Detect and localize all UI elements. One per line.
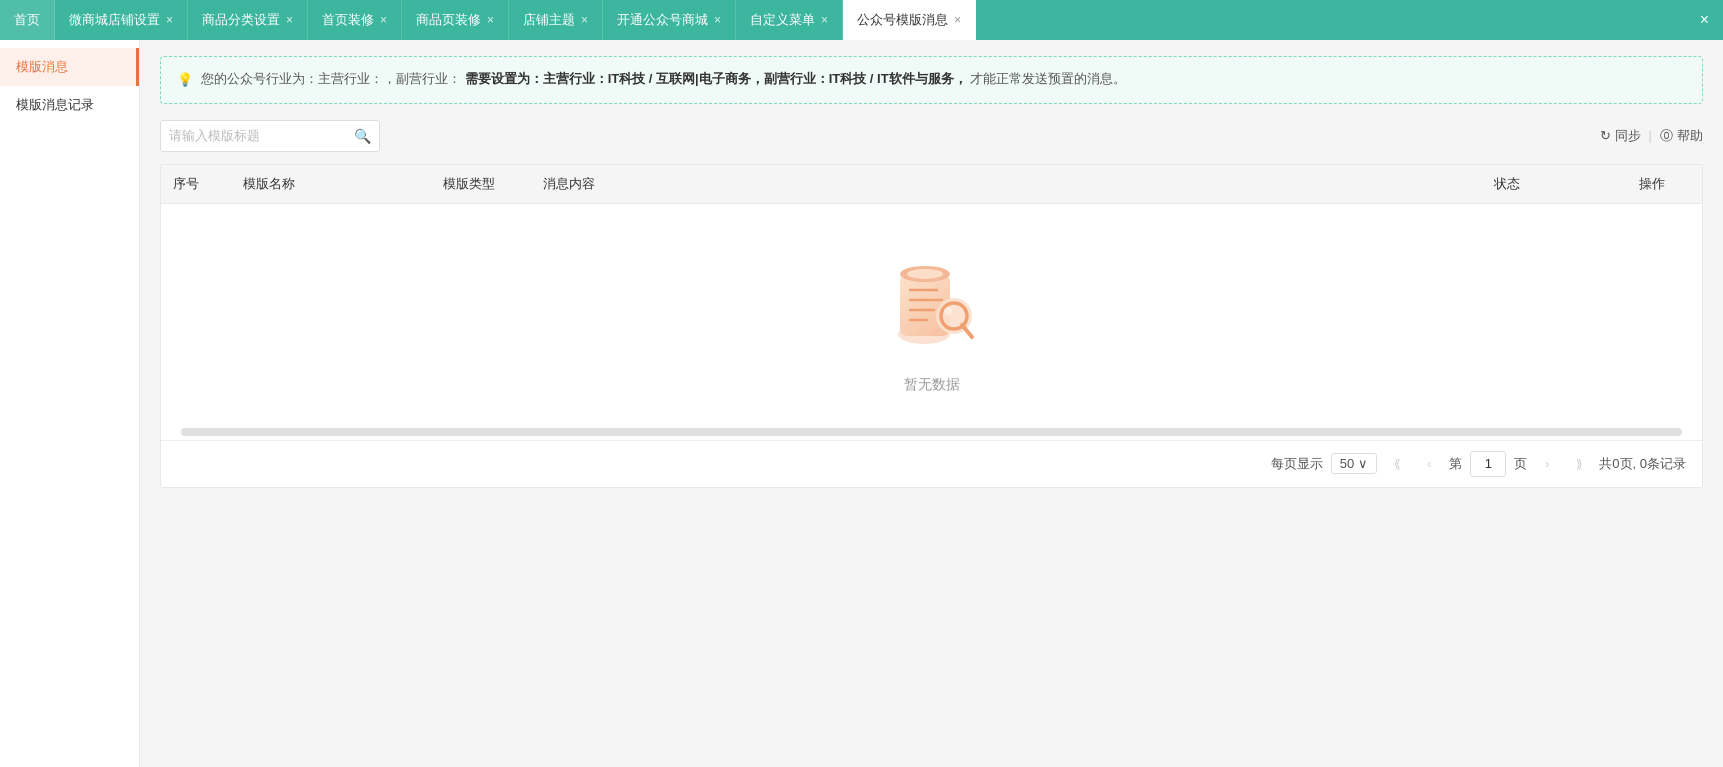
- search-row: 🔍 ↻ 同步 | ⓪ 帮助: [160, 120, 1703, 152]
- nav-tab-homepage[interactable]: 首页装修 ×: [308, 0, 402, 40]
- sync-icon: ↻: [1600, 128, 1611, 143]
- nav-tab-template-msg[interactable]: 公众号模版消息 ×: [843, 0, 976, 40]
- nav-tab-theme[interactable]: 店铺主题 ×: [509, 0, 603, 40]
- nav-tab-wshop-label: 微商城店铺设置: [69, 11, 160, 29]
- nav-tab-home-label: 首页: [14, 11, 40, 29]
- page-next-button[interactable]: ›: [1535, 452, 1559, 476]
- close-custommenu-icon[interactable]: ×: [821, 14, 828, 26]
- empty-text: 暂无数据: [904, 376, 960, 394]
- notice-banner: 💡 您的公众号行业为：主营行业：，副营行业： 需要设置为：主营行业：IT科技 /…: [160, 56, 1703, 104]
- nav-tab-wechat-shop[interactable]: 开通公众号商城 ×: [603, 0, 736, 40]
- sidebar: 模版消息 模版消息记录: [0, 40, 140, 767]
- svg-point-12: [944, 307, 952, 315]
- main-layout: 模版消息 模版消息记录 💡 您的公众号行业为：主营行业：，副营行业： 需要设置为…: [0, 40, 1723, 767]
- page-label-post: 页: [1514, 455, 1527, 473]
- sidebar-item-template-label: 模版消息: [16, 59, 68, 74]
- page-input[interactable]: [1470, 451, 1506, 477]
- sidebar-item-template-record-label: 模版消息记录: [16, 97, 94, 112]
- nav-tab-custommenu[interactable]: 自定义菜单 ×: [736, 0, 843, 40]
- th-seq: 序号: [161, 165, 231, 203]
- page-prev-button[interactable]: ‹: [1417, 452, 1441, 476]
- svg-point-4: [907, 269, 943, 279]
- nav-tab-wechat-shop-label: 开通公众号商城: [617, 11, 708, 29]
- toolbar-divider: |: [1649, 128, 1652, 143]
- nav-tab-wshop[interactable]: 微商城店铺设置 ×: [55, 0, 188, 40]
- th-status: 状态: [1482, 165, 1602, 203]
- search-icon[interactable]: 🔍: [354, 128, 371, 144]
- sidebar-item-template-record[interactable]: 模版消息记录: [0, 86, 139, 124]
- content-area: 💡 您的公众号行业为：主营行业：，副营行业： 需要设置为：主营行业：IT科技 /…: [140, 40, 1723, 767]
- nav-tab-template-msg-label: 公众号模版消息: [857, 11, 948, 29]
- sidebar-item-template[interactable]: 模版消息: [0, 48, 139, 86]
- empty-illustration: [872, 244, 992, 364]
- sync-label: 同步: [1615, 127, 1641, 145]
- close-wechat-shop-icon[interactable]: ×: [714, 14, 721, 26]
- nav-tab-category-label: 商品分类设置: [202, 11, 280, 29]
- close-template-msg-icon[interactable]: ×: [954, 14, 961, 26]
- per-page-select[interactable]: 50 ∨: [1331, 453, 1377, 474]
- close-homepage-icon[interactable]: ×: [380, 14, 387, 26]
- close-all-button[interactable]: ×: [1686, 11, 1723, 29]
- page-label-pre: 第: [1449, 455, 1462, 473]
- nav-tab-theme-label: 店铺主题: [523, 11, 575, 29]
- close-theme-icon[interactable]: ×: [581, 14, 588, 26]
- th-name: 模版名称: [231, 165, 431, 203]
- notice-suffix: 才能正常发送预置的消息。: [970, 71, 1126, 86]
- th-type: 模版类型: [431, 165, 531, 203]
- close-product-icon[interactable]: ×: [487, 14, 494, 26]
- notice-text: 您的公众号行业为：主营行业：，副营行业： 需要设置为：主营行业：IT科技 / 互…: [201, 69, 1126, 90]
- data-table: 序号 模版名称 模版类型 消息内容 状态 操作: [160, 164, 1703, 488]
- toolbar-right: ↻ 同步 | ⓪ 帮助: [1600, 127, 1703, 145]
- th-action: 操作: [1602, 165, 1702, 203]
- notice-highlight: 需要设置为：主营行业：IT科技 / 互联网|电子商务，副营行业：IT科技 / I…: [465, 71, 967, 86]
- nav-tab-homepage-label: 首页装修: [322, 11, 374, 29]
- nav-tab-home[interactable]: 首页: [0, 0, 55, 40]
- nav-tab-product-label: 商品页装修: [416, 11, 481, 29]
- empty-state: 暂无数据: [161, 204, 1702, 424]
- per-page-label: 每页显示: [1271, 455, 1323, 473]
- scroll-bar-row: [161, 424, 1702, 440]
- notice-prefix: 您的公众号行业为：主营行业：，副营行业：: [201, 71, 461, 86]
- page-first-button[interactable]: ⟪: [1385, 452, 1409, 476]
- scroll-bar[interactable]: [181, 428, 1682, 436]
- nav-tab-product[interactable]: 商品页装修 ×: [402, 0, 509, 40]
- help-label: 帮助: [1677, 127, 1703, 145]
- bulb-icon: 💡: [177, 70, 193, 91]
- search-input-wrap[interactable]: 🔍: [160, 120, 380, 152]
- help-circle-icon: ⓪: [1660, 127, 1673, 145]
- total-info: 共0页, 0条记录: [1599, 455, 1686, 473]
- table-header: 序号 模版名称 模版类型 消息内容 状态 操作: [161, 165, 1702, 204]
- nav-tab-category[interactable]: 商品分类设置 ×: [188, 0, 308, 40]
- th-content: 消息内容: [531, 165, 1482, 203]
- sync-button[interactable]: ↻ 同步: [1600, 127, 1641, 145]
- pagination: 每页显示 50 ∨ ⟪ ‹ 第 页 › ⟫ 共0页, 0条记录: [161, 440, 1702, 487]
- top-nav: 首页 微商城店铺设置 × 商品分类设置 × 首页装修 × 商品页装修 × 店铺主…: [0, 0, 1723, 40]
- chevron-down-icon: ∨: [1358, 456, 1368, 471]
- help-button[interactable]: ⓪ 帮助: [1660, 127, 1703, 145]
- nav-tab-custommenu-label: 自定义菜单: [750, 11, 815, 29]
- search-input[interactable]: [169, 128, 354, 143]
- close-category-icon[interactable]: ×: [286, 14, 293, 26]
- per-page-value: 50: [1340, 456, 1354, 471]
- close-wshop-icon[interactable]: ×: [166, 14, 173, 26]
- page-last-button[interactable]: ⟫: [1567, 452, 1591, 476]
